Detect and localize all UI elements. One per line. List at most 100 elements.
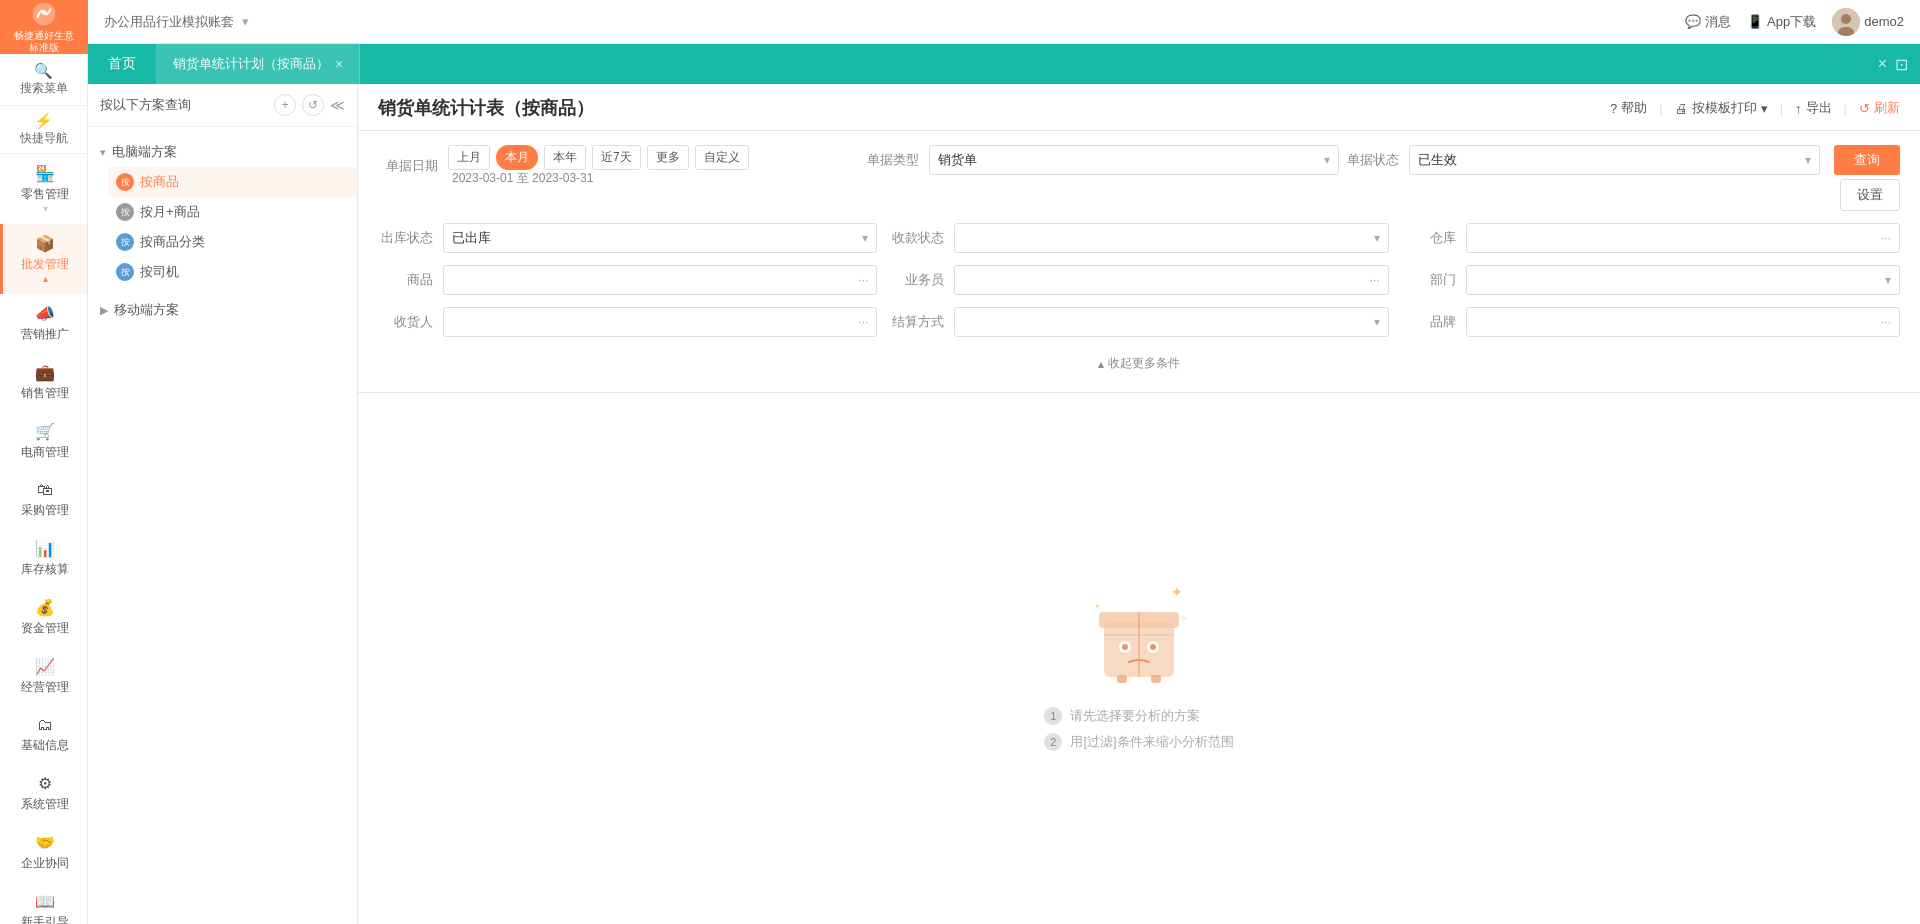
sep2: |: [1780, 101, 1783, 116]
sidebar-item-finance[interactable]: 💰 资金管理: [0, 588, 87, 647]
date-btn-custom[interactable]: 自定义: [695, 145, 749, 170]
date-label: 单据日期: [378, 157, 448, 175]
sidebar-item-guide[interactable]: 📖 新手引导: [0, 882, 87, 924]
add-scheme-btn[interactable]: +: [274, 94, 296, 116]
stock-status-arrow: ▾: [862, 231, 868, 245]
print-btn[interactable]: 🖨 按模板打印 ▾: [1675, 99, 1768, 117]
main-area: 办公用品行业模拟账套 ▾ 💬 消息 📱 App下载 de: [88, 0, 1920, 924]
collapse-label: 收起更多条件: [1108, 355, 1180, 372]
sales-icon: 💼: [35, 363, 55, 382]
app-logo-text: 畅捷通好生意: [14, 30, 74, 42]
by-month-goods-label: 按月+商品: [140, 203, 200, 221]
left-panel-actions: + ↺ ≪: [274, 94, 345, 116]
refresh-label: 刷新: [1874, 99, 1900, 117]
by-driver-icon: 按: [116, 263, 134, 281]
salesman-input[interactable]: ···: [954, 265, 1388, 295]
payment-status-select[interactable]: ▾: [954, 223, 1388, 253]
export-btn[interactable]: ↑ 导出: [1795, 99, 1832, 117]
message-btn[interactable]: 💬 消息: [1685, 13, 1731, 31]
date-btn-7days[interactable]: 近7天: [592, 145, 641, 170]
svg-text:✦: ✦: [1171, 584, 1183, 600]
tab-active-label: 销货单统计计划（按商品）: [173, 55, 329, 73]
quick-nav[interactable]: ⚡ 快捷导航: [0, 106, 87, 154]
settlement-arrow: ▾: [1374, 315, 1380, 329]
marketing-icon: 📣: [35, 304, 55, 323]
refresh-scheme-btn[interactable]: ↺: [302, 94, 324, 116]
tab-maximize-btn[interactable]: ⊡: [1895, 55, 1908, 74]
help-btn[interactable]: ? 帮助: [1610, 99, 1647, 117]
tree-child-by-driver[interactable]: 按 按司机: [108, 257, 357, 287]
sidebar-item-purchase[interactable]: 🛍 采购管理: [0, 471, 87, 529]
bill-type-filter: 单据类型 销货单 ▾: [859, 145, 1340, 175]
empty-state: ✦ ✧ ✦ 1 请先选择要分析的方: [358, 393, 1920, 924]
tab-active[interactable]: 销货单统计计划（按商品） ×: [157, 44, 360, 84]
app-logo[interactable]: 畅捷通好生意 标准版: [0, 0, 88, 54]
help-label: 帮助: [1621, 99, 1647, 117]
warehouse-label: 仓库: [1401, 229, 1466, 247]
consignee-dots: ···: [858, 315, 868, 329]
department-arrow: ▾: [1885, 273, 1891, 287]
collapse-bar[interactable]: ▴ 收起更多条件: [378, 349, 1900, 378]
date-btn-this-year[interactable]: 本年: [544, 145, 586, 170]
goods-input[interactable]: ···: [443, 265, 877, 295]
tab-bar: 首页 销货单统计计划（按商品） × × ⊡: [88, 44, 1920, 84]
avatar: [1832, 8, 1860, 36]
date-btn-last-month[interactable]: 上月: [448, 145, 490, 170]
filter-row-4: 收货人 ··· 结算方式 ▾ 品牌: [378, 307, 1900, 337]
message-label: 消息: [1705, 13, 1731, 31]
warehouse-input[interactable]: ···: [1466, 223, 1900, 253]
settings-btn[interactable]: 设置: [1840, 179, 1900, 211]
pc-group-toggle[interactable]: ▾ 电脑端方案: [88, 137, 357, 167]
ecommerce-icon: 🛒: [35, 422, 55, 441]
user-menu[interactable]: demo2: [1832, 8, 1904, 36]
collapse-panel-btn[interactable]: ≪: [330, 97, 345, 113]
query-btn[interactable]: 查询: [1834, 145, 1900, 175]
department-select[interactable]: ▾: [1466, 265, 1900, 295]
basic-label: 基础信息: [21, 737, 69, 754]
print-label: 按模板打印: [1692, 99, 1757, 117]
system-icon: ⚙: [38, 774, 52, 793]
sidebar-item-ecommerce[interactable]: 🛒 电商管理: [0, 412, 87, 471]
sidebar-item-inventory[interactable]: 📊 库存核算: [0, 529, 87, 588]
sidebar-item-marketing[interactable]: 📣 营销推广: [0, 294, 87, 353]
tab-close-btn[interactable]: ×: [335, 56, 343, 72]
export-icon: ↑: [1795, 101, 1802, 116]
date-btn-more[interactable]: 更多: [647, 145, 689, 170]
sidebar-item-wholesale[interactable]: 📦 批发管理 ▴: [0, 224, 87, 294]
user-name: demo2: [1864, 14, 1904, 29]
mobile-group-toggle[interactable]: ▶ 移动端方案: [88, 295, 357, 325]
breadcrumb-dropdown-icon[interactable]: ▾: [242, 14, 249, 29]
by-month-goods-icon: 按: [116, 203, 134, 221]
refresh-icon: ↺: [308, 98, 318, 112]
refresh-btn[interactable]: ↺ 刷新: [1859, 99, 1900, 117]
bill-type-select[interactable]: 销货单 ▾: [929, 145, 1340, 175]
app-download-btn[interactable]: 📱 App下载: [1747, 13, 1816, 31]
inventory-icon: 📊: [35, 539, 55, 558]
sidebar: 畅捷通好生意 标准版 🔍 搜索菜单 ⚡ 快捷导航 🏪 零售管理 ▾ 📦 批发管理…: [0, 0, 88, 924]
sidebar-item-operation[interactable]: 📈 经营管理: [0, 647, 87, 706]
consignee-input[interactable]: ···: [443, 307, 877, 337]
svg-text:✧: ✧: [1179, 613, 1187, 624]
mobile-group-label: 移动端方案: [114, 301, 179, 319]
tree-child-by-category[interactable]: 按 按商品分类: [108, 227, 357, 257]
sidebar-item-enterprise[interactable]: 🤝 企业协同: [0, 823, 87, 882]
stock-status-filter: 出库状态 已出库 ▾: [378, 223, 877, 253]
salesman-filter: 业务员 ···: [889, 265, 1388, 295]
brand-input[interactable]: ···: [1466, 307, 1900, 337]
tree-child-by-goods[interactable]: 按 按商品: [108, 167, 357, 197]
tree-child-by-month-goods[interactable]: 按 按月+商品: [108, 197, 357, 227]
stock-status-select[interactable]: 已出库 ▾: [443, 223, 877, 253]
sidebar-item-basic[interactable]: 🗂 基础信息: [0, 706, 87, 764]
step-1-text: 请先选择要分析的方案: [1070, 707, 1200, 725]
sidebar-item-system[interactable]: ⚙ 系统管理: [0, 764, 87, 823]
sidebar-search[interactable]: 🔍 搜索菜单: [0, 54, 87, 106]
settlement-select[interactable]: ▾: [954, 307, 1388, 337]
tab-home[interactable]: 首页: [88, 44, 157, 84]
sidebar-item-sales[interactable]: 💼 销售管理: [0, 353, 87, 412]
stock-status-value: 已出库: [452, 229, 491, 247]
sidebar-item-retail[interactable]: 🏪 零售管理 ▾: [0, 154, 87, 224]
date-btn-this-month[interactable]: 本月: [496, 145, 538, 170]
retail-icon: 🏪: [35, 164, 55, 183]
tab-minimize-btn[interactable]: ×: [1878, 55, 1887, 73]
bill-status-select[interactable]: 已生效 ▾: [1409, 145, 1820, 175]
